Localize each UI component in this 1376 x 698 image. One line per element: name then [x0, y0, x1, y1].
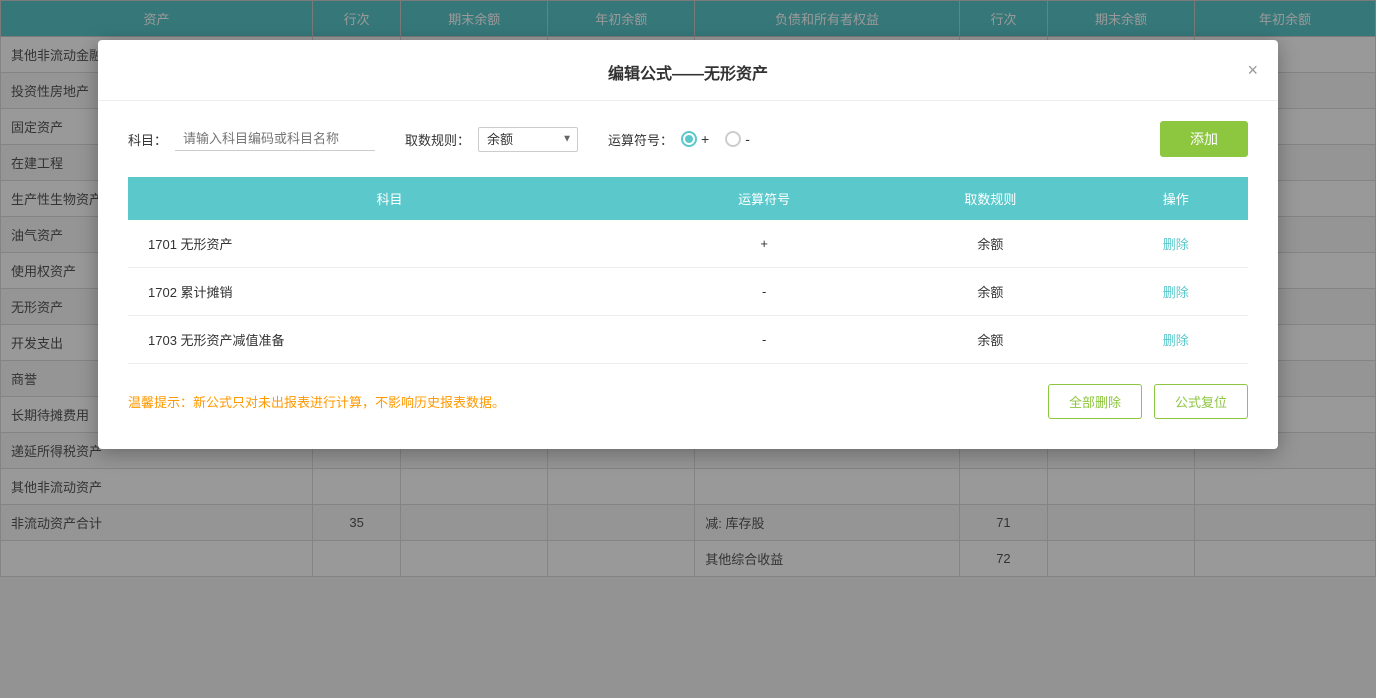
modal-cell-subject: 1702 累计摊销	[128, 268, 651, 316]
add-button[interactable]: 添加	[1160, 121, 1248, 157]
delete-link[interactable]: 删除	[1163, 285, 1189, 300]
hint-text: 温馨提示：新公式只对未出报表进行计算，不影响历史报表数据。	[128, 392, 505, 411]
modal-table-row: 1703 无形资产减值准备 - 余额 删除	[128, 316, 1248, 364]
footer-buttons: 全部删除 公式复位	[1048, 384, 1248, 419]
modal-footer: 温馨提示：新公式只对未出报表进行计算，不影响历史报表数据。 全部删除 公式复位	[98, 364, 1278, 419]
modal-cell-subject: 1701 无形资产	[128, 220, 651, 268]
modal-cell-action: 删除	[1103, 316, 1248, 364]
operator-minus-label: -	[745, 131, 750, 147]
edit-formula-modal: 编辑公式——无形资产 × 科目： 取数规则： 余额 借方 贷方 借方发生额 贷方…	[98, 40, 1278, 449]
delete-all-button[interactable]: 全部删除	[1048, 384, 1142, 419]
subject-group: 科目：	[128, 127, 375, 151]
table-header-subject: 科目	[128, 177, 651, 220]
operator-minus-radio[interactable]: -	[725, 131, 750, 147]
radio-circle-minus	[725, 131, 741, 147]
operator-group: 运算符号： + -	[608, 130, 750, 149]
operator-plus-radio[interactable]: +	[681, 131, 709, 147]
modal-cell-operator: +	[651, 220, 877, 268]
table-header-rule: 取数规则	[877, 177, 1103, 220]
operator-plus-label: +	[701, 131, 709, 147]
modal-cell-action: 删除	[1103, 220, 1248, 268]
delete-link[interactable]: 删除	[1163, 333, 1189, 348]
operator-label: 运算符号：	[608, 130, 673, 149]
subject-label: 科目：	[128, 130, 167, 149]
reset-formula-button[interactable]: 公式复位	[1154, 384, 1248, 419]
modal-header: 编辑公式——无形资产 ×	[98, 40, 1278, 101]
modal-cell-operator: -	[651, 268, 877, 316]
formula-table: 科目 运算符号 取数规则 操作 1701 无形资产 + 余额 删除 1702 累…	[128, 177, 1248, 364]
delete-link[interactable]: 删除	[1163, 237, 1189, 252]
modal-cell-rule: 余额	[877, 220, 1103, 268]
rule-label: 取数规则：	[405, 130, 470, 149]
subject-input[interactable]	[175, 127, 375, 151]
modal-cell-rule: 余额	[877, 316, 1103, 364]
formula-form: 科目： 取数规则： 余额 借方 贷方 借方发生额 贷方发生额 ▼ 运算	[98, 101, 1278, 177]
modal-cell-operator: -	[651, 316, 877, 364]
modal-title: 编辑公式——无形资产	[608, 60, 768, 84]
modal-table-row: 1701 无形资产 + 余额 删除	[128, 220, 1248, 268]
radio-circle-plus	[681, 131, 697, 147]
modal-close-button[interactable]: ×	[1247, 61, 1258, 79]
rule-select[interactable]: 余额 借方 贷方 借方发生额 贷方发生额	[478, 127, 578, 152]
modal-overlay: 编辑公式——无形资产 × 科目： 取数规则： 余额 借方 贷方 借方发生额 贷方…	[0, 0, 1376, 698]
table-header-operator: 运算符号	[651, 177, 877, 220]
modal-cell-action: 删除	[1103, 268, 1248, 316]
rule-group: 取数规则： 余额 借方 贷方 借方发生额 贷方发生额 ▼	[405, 127, 578, 152]
operator-radio-group: + -	[681, 131, 750, 147]
modal-cell-subject: 1703 无形资产减值准备	[128, 316, 651, 364]
modal-table-row: 1702 累计摊销 - 余额 删除	[128, 268, 1248, 316]
rule-select-wrap: 余额 借方 贷方 借方发生额 贷方发生额 ▼	[478, 127, 578, 152]
formula-table-wrap: 科目 运算符号 取数规则 操作 1701 无形资产 + 余额 删除 1702 累…	[98, 177, 1278, 364]
modal-cell-rule: 余额	[877, 268, 1103, 316]
table-header-action: 操作	[1103, 177, 1248, 220]
